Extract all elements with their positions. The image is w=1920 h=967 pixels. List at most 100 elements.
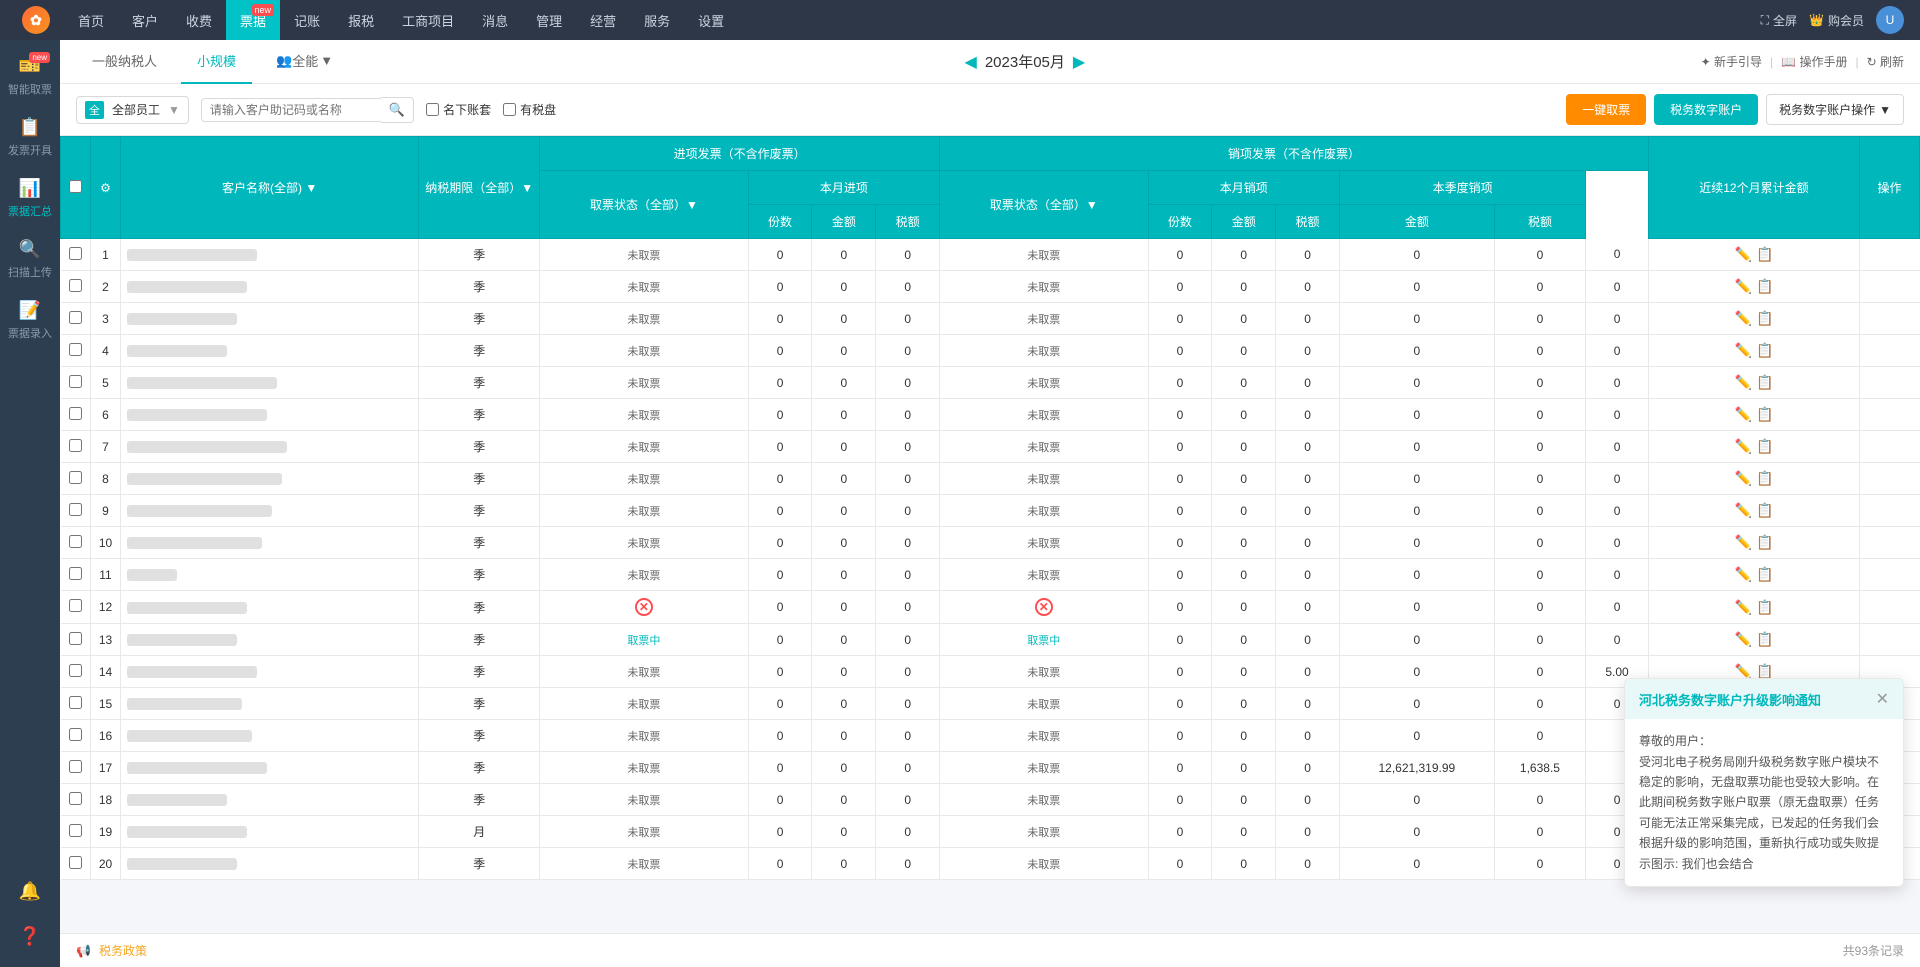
op-edit-icon[interactable]: ✏️	[1735, 534, 1752, 550]
op-copy-icon[interactable]: 📋	[1756, 246, 1773, 262]
has-tax-disk-checkbox[interactable]: 有税盘	[503, 101, 556, 118]
header-customer-col[interactable]: 客户名称(全部) ▼	[121, 137, 419, 239]
op-edit-icon[interactable]: ✏️	[1735, 310, 1752, 326]
op-copy-icon[interactable]: 📋	[1756, 342, 1773, 358]
nav-customer[interactable]: 客户	[118, 0, 172, 40]
select-all-checkbox[interactable]	[69, 180, 82, 193]
op-copy-icon[interactable]: 📋	[1756, 534, 1773, 550]
my-accounts-checkbox-input[interactable]	[426, 103, 439, 116]
nav-tax[interactable]: 报税	[334, 0, 388, 40]
row-checkbox[interactable]	[69, 279, 82, 292]
new-user-guide-link[interactable]: ✦ 新手引导	[1701, 53, 1762, 70]
search-button[interactable]: 🔍	[381, 97, 414, 123]
nav-operation[interactable]: 经营	[576, 0, 630, 40]
nav-settings[interactable]: 设置	[684, 0, 738, 40]
row-checkbox[interactable]	[69, 599, 82, 612]
op-copy-icon[interactable]: 📋	[1756, 599, 1773, 615]
tax-digital-account-button[interactable]: 税务数字账户	[1654, 94, 1758, 125]
row-checkbox[interactable]	[69, 535, 82, 548]
row-in-count: 0	[748, 399, 812, 431]
user-avatar[interactable]: U	[1876, 6, 1904, 34]
op-edit-icon[interactable]: ✏️	[1735, 406, 1752, 422]
row-checkbox[interactable]	[69, 760, 82, 773]
header-in-status[interactable]: 取票状态（全部）▼	[540, 171, 748, 239]
op-copy-icon[interactable]: 📋	[1756, 663, 1773, 679]
nav-manage[interactable]: 管理	[522, 0, 576, 40]
row-checkbox[interactable]	[69, 375, 82, 388]
row-checkbox[interactable]	[69, 632, 82, 645]
row-checkbox[interactable]	[69, 856, 82, 869]
op-edit-icon[interactable]: ✏️	[1735, 278, 1752, 294]
row-checkbox[interactable]	[69, 439, 82, 452]
row-checkbox[interactable]	[69, 407, 82, 420]
sub-tab-small-scale[interactable]: 小规模	[181, 40, 252, 84]
row-checkbox[interactable]	[69, 728, 82, 741]
op-copy-icon[interactable]: 📋	[1756, 310, 1773, 326]
op-copy-icon[interactable]: 📋	[1756, 631, 1773, 647]
sidebar-item-ticket-entry[interactable]: 📝 票据录入	[2, 292, 58, 349]
fullscreen-button[interactable]: ⛶ 全屏	[1761, 12, 1797, 29]
notification-close-button[interactable]: ✕	[1876, 689, 1889, 709]
sidebar-bottom-bell[interactable]: 🔔	[2, 873, 58, 910]
sidebar-item-invoice-open[interactable]: 📋 发票开具	[2, 109, 58, 166]
nav-home[interactable]: 首页	[64, 0, 118, 40]
op-edit-icon[interactable]: ✏️	[1735, 599, 1752, 615]
date-next-arrow[interactable]: ▶	[1073, 52, 1085, 72]
operation-manual-link[interactable]: 📖 操作手册	[1781, 53, 1847, 70]
sidebar-item-scan-upload[interactable]: 🔍 扫描上传	[2, 231, 58, 288]
op-edit-icon[interactable]: ✏️	[1735, 342, 1752, 358]
nav-accounting[interactable]: 记账	[280, 0, 334, 40]
header-tax-period-col[interactable]: 纳税期限（全部）▼	[419, 137, 540, 239]
my-accounts-checkbox[interactable]: 名下账套	[426, 101, 491, 118]
row-checkbox[interactable]	[69, 696, 82, 709]
op-edit-icon[interactable]: ✏️	[1735, 246, 1752, 262]
row-checkbox[interactable]	[69, 824, 82, 837]
op-copy-icon[interactable]: 📋	[1756, 470, 1773, 486]
employee-select[interactable]: 全 全部员工 ▼	[76, 96, 189, 124]
row-checkbox[interactable]	[69, 471, 82, 484]
row-period: 季	[419, 239, 540, 271]
sub-tab-general-taxpayer[interactable]: 一般纳税人	[76, 40, 173, 84]
sub-tab-all[interactable]: 👥 全能 ▼	[260, 40, 349, 84]
row-checkbox[interactable]	[69, 311, 82, 324]
row-checkbox[interactable]	[69, 503, 82, 516]
op-copy-icon[interactable]: 📋	[1756, 438, 1773, 454]
row-checkbox[interactable]	[69, 247, 82, 260]
sidebar-item-smart-ticket[interactable]: new 🎫 智能取票	[2, 48, 58, 105]
op-copy-icon[interactable]: 📋	[1756, 406, 1773, 422]
search-input[interactable]	[201, 98, 381, 122]
nav-business[interactable]: 工商项目	[388, 0, 468, 40]
tax-policy-link[interactable]: 税务政策	[99, 942, 147, 959]
row-customer-name	[121, 591, 419, 624]
op-copy-icon[interactable]: 📋	[1756, 278, 1773, 294]
op-edit-icon[interactable]: ✏️	[1735, 374, 1752, 390]
settings-col-icon[interactable]: ⚙	[100, 181, 111, 195]
row-out-amount: 0	[1212, 431, 1276, 463]
op-edit-icon[interactable]: ✏️	[1735, 566, 1752, 582]
sidebar-bottom-help[interactable]: ❓	[2, 918, 58, 955]
row-checkbox[interactable]	[69, 567, 82, 580]
refresh-link[interactable]: ↻ 刷新	[1867, 53, 1904, 70]
row-checkbox[interactable]	[69, 343, 82, 356]
tax-digital-account-ops-button[interactable]: 税务数字账户操作 ▼	[1766, 94, 1904, 125]
nav-service[interactable]: 服务	[630, 0, 684, 40]
sidebar-item-ticket-summary[interactable]: 📊 票据汇总	[2, 170, 58, 227]
op-edit-icon[interactable]: ✏️	[1735, 663, 1752, 679]
row-checkbox[interactable]	[69, 792, 82, 805]
op-edit-icon[interactable]: ✏️	[1735, 631, 1752, 647]
nav-message[interactable]: 消息	[468, 0, 522, 40]
op-copy-icon[interactable]: 📋	[1756, 502, 1773, 518]
op-copy-icon[interactable]: 📋	[1756, 566, 1773, 582]
row-checkbox[interactable]	[69, 664, 82, 677]
member-button[interactable]: 👑 购会员	[1809, 12, 1864, 29]
nav-fee[interactable]: 收费	[172, 0, 226, 40]
one-click-fetch-button[interactable]: 一键取票	[1566, 94, 1646, 125]
date-prev-arrow[interactable]: ◀	[965, 52, 977, 72]
op-edit-icon[interactable]: ✏️	[1735, 502, 1752, 518]
op-edit-icon[interactable]: ✏️	[1735, 438, 1752, 454]
nav-ticket[interactable]: 票据 new	[226, 0, 280, 40]
op-copy-icon[interactable]: 📋	[1756, 374, 1773, 390]
op-edit-icon[interactable]: ✏️	[1735, 470, 1752, 486]
has-tax-disk-checkbox-input[interactable]	[503, 103, 516, 116]
header-out-status[interactable]: 取票状态（全部）▼	[940, 171, 1148, 239]
